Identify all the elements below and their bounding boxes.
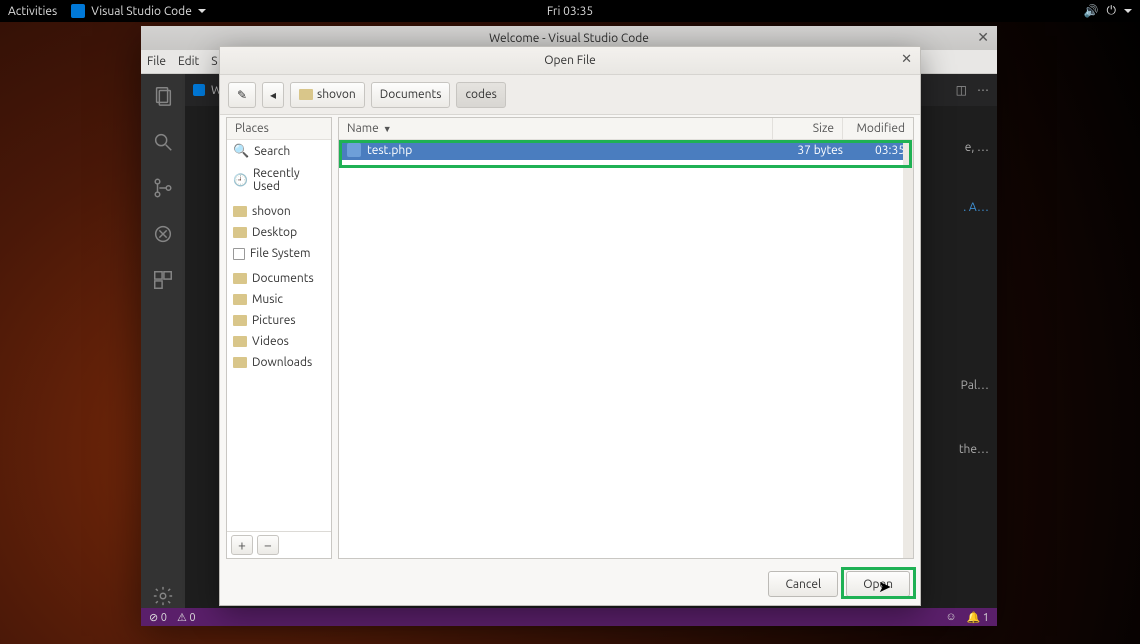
chevron-down-icon (1124, 9, 1132, 13)
close-icon[interactable]: ✕ (901, 52, 912, 67)
edit-path-button[interactable]: ✎ (228, 82, 256, 108)
app-menu[interactable]: Visual Studio Code (71, 4, 206, 18)
remove-bookmark-button[interactable]: − (257, 535, 279, 555)
window-title: Welcome - Visual Studio Code (489, 32, 649, 45)
place-pictures[interactable]: Pictures (227, 310, 331, 331)
path-back-button[interactable]: ◂ (262, 82, 284, 108)
folder-icon (233, 206, 247, 217)
col-name[interactable]: Name ▼ (339, 118, 773, 139)
path-segment-home[interactable]: shovon (290, 82, 365, 108)
path-bar: ✎ ◂ shovon Documents codes (220, 75, 920, 115)
folder-icon (233, 336, 247, 347)
folder-icon (233, 315, 247, 326)
place-music[interactable]: Music (227, 289, 331, 310)
search-icon: 🔍 (233, 144, 249, 159)
dialog-title: Open File (544, 54, 596, 67)
clock-icon: 🕘 (233, 173, 248, 187)
vscode-icon (193, 84, 205, 96)
folder-icon (233, 294, 247, 305)
source-control-icon[interactable] (151, 176, 175, 200)
power-icon[interactable]: ⏻ (1107, 4, 1117, 18)
debug-icon[interactable] (151, 222, 175, 246)
chevron-down-icon (198, 9, 206, 13)
folder-icon (233, 273, 247, 284)
activity-bar (141, 74, 185, 608)
dialog-titlebar: Open File ✕ (220, 47, 920, 75)
status-bar: ⊘ 0 ⚠ 0 ☺ 🔔 1 (141, 608, 997, 626)
errors-count[interactable]: ⊘ 0 (149, 611, 167, 624)
file-icon (347, 143, 361, 157)
path-segment-documents[interactable]: Documents (371, 82, 451, 108)
vscode-window: Welcome - Visual Studio Code ✕ File Edit… (141, 26, 997, 626)
scrollbar[interactable] (903, 140, 913, 558)
menu-edit[interactable]: Edit (178, 55, 199, 68)
path-segment-codes[interactable]: codes (456, 82, 505, 108)
col-size[interactable]: Size (773, 118, 843, 139)
add-bookmark-button[interactable]: + (231, 535, 253, 555)
explorer-icon[interactable] (151, 84, 175, 108)
file-list-header: Name ▼ Size Modified (339, 118, 913, 140)
split-editor-icon[interactable]: ◫ (956, 83, 967, 97)
vscode-icon (71, 4, 85, 18)
folder-icon (233, 357, 247, 368)
places-sidebar: Places 🔍Search 🕘Recently Used shovon Des… (226, 117, 332, 559)
menu-file[interactable]: File (147, 55, 166, 68)
volume-icon[interactable]: 🔊 (1084, 4, 1099, 18)
search-icon[interactable] (151, 130, 175, 154)
activities-button[interactable]: Activities (8, 5, 57, 18)
disk-icon (233, 248, 245, 260)
more-icon[interactable]: ⋯ (977, 83, 989, 97)
file-row[interactable]: test.php 37 bytes 03:35 (339, 140, 913, 160)
place-filesystem[interactable]: File System (227, 243, 331, 264)
folder-icon (233, 227, 247, 238)
feedback-icon[interactable]: ☺ (945, 611, 956, 624)
place-downloads[interactable]: Downloads (227, 352, 331, 373)
open-file-dialog: Open File ✕ ✎ ◂ shovon Documents codes P… (219, 46, 921, 606)
notifications-icon[interactable]: 🔔 1 (967, 611, 989, 624)
col-modified[interactable]: Modified (843, 118, 913, 139)
place-home[interactable]: shovon (227, 201, 331, 222)
extensions-icon[interactable] (151, 268, 175, 292)
warnings-count[interactable]: ⚠ 0 (177, 611, 196, 624)
menu-truncated[interactable]: S (211, 55, 217, 68)
file-list: Name ▼ Size Modified test.php 37 bytes 0… (338, 117, 914, 559)
cancel-button[interactable]: Cancel (768, 571, 838, 597)
cursor-icon: ➤ (878, 577, 891, 596)
place-videos[interactable]: Videos (227, 331, 331, 352)
place-search[interactable]: 🔍Search (227, 140, 331, 163)
place-desktop[interactable]: Desktop (227, 222, 331, 243)
gnome-clock[interactable]: Fri 03:35 (547, 5, 593, 18)
gnome-top-bar: Activities Visual Studio Code Fri 03:35 … (0, 0, 1140, 22)
welcome-hints: e, … . A… Pal… the… (959, 134, 989, 464)
app-menu-label: Visual Studio Code (91, 5, 192, 18)
place-documents[interactable]: Documents (227, 268, 331, 289)
place-recent[interactable]: 🕘Recently Used (227, 163, 331, 197)
close-icon[interactable]: ✕ (977, 29, 989, 46)
places-header: Places (227, 118, 331, 140)
gear-icon[interactable] (151, 584, 175, 608)
